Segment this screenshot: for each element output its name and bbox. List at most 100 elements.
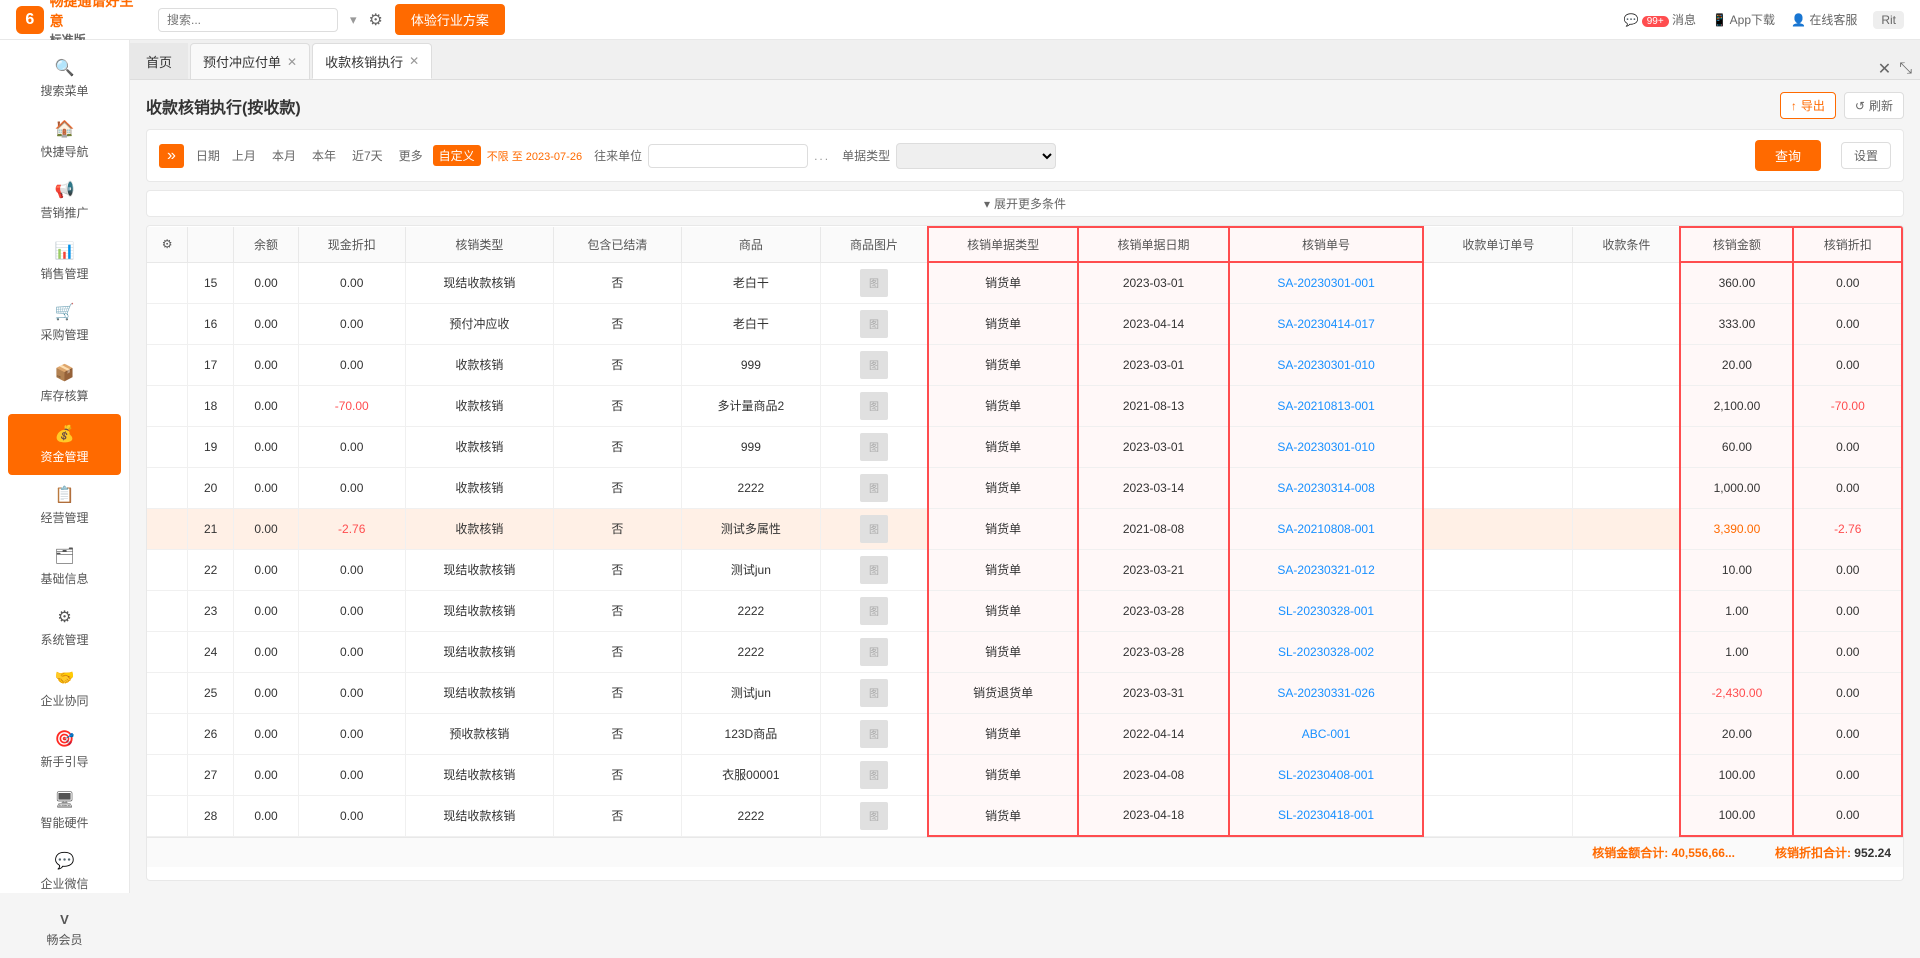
cell-writeoff-bill-no[interactable]: SA-20230301-010	[1229, 426, 1424, 467]
filter-date-7days[interactable]: 近7天	[346, 145, 389, 166]
cell-cash-discount: -2.76	[298, 508, 405, 549]
cell-writeoff-bill-date: 2023-03-01	[1078, 344, 1228, 385]
cell-writeoff-bill-no[interactable]: SA-20210813-001	[1229, 385, 1424, 426]
cell-writeoff-discount: 0.00	[1793, 344, 1902, 385]
search-input[interactable]	[158, 8, 338, 32]
message-icon[interactable]: 💬 99+ 消息	[1623, 11, 1696, 28]
cell-writeoff-bill-no[interactable]: SL-20230418-001	[1229, 795, 1424, 836]
settings-icon[interactable]: ⚙	[162, 237, 173, 251]
sidebar-item-purchase[interactable]: 🛒 采购管理	[0, 292, 129, 353]
export-button[interactable]: ↑ 导出	[1780, 92, 1836, 119]
cell-product: 999	[681, 426, 820, 467]
cell-cancel-type: 预收款核销	[405, 713, 554, 754]
sidebar-label-system: 系统管理	[40, 631, 88, 648]
cell-writeoff-bill-no[interactable]: ABC-001	[1229, 713, 1424, 754]
cell-writeoff-bill-no[interactable]: SA-20230301-010	[1229, 344, 1424, 385]
cell-writeoff-bill-date: 2021-08-08	[1078, 508, 1228, 549]
cell-writeoff-amount: 20.00	[1680, 344, 1793, 385]
cell-receipt-order-no	[1423, 590, 1572, 631]
cell-writeoff-bill-no[interactable]: SA-20230321-012	[1229, 549, 1424, 590]
cell-receipt-order-no	[1423, 631, 1572, 672]
sidebar-item-operation[interactable]: 📋 经营管理	[0, 475, 129, 536]
tab-prepay-close[interactable]: ✕	[287, 55, 297, 69]
cell-writeoff-bill-no[interactable]: SA-20230414-017	[1229, 303, 1424, 344]
col-receipt-order-no: 收款单订单号	[1423, 227, 1572, 262]
sidebar-item-sales[interactable]: 📊 销售管理	[0, 231, 129, 292]
sidebar-item-hardware[interactable]: 🖥 智能硬件	[0, 780, 129, 841]
cell-writeoff-bill-no[interactable]: SA-20210808-001	[1229, 508, 1424, 549]
expand-more-bar[interactable]: ▾ 展开更多条件	[146, 190, 1904, 217]
col-settings[interactable]: ⚙	[147, 227, 188, 262]
cell-writeoff-bill-no[interactable]: SL-20230328-002	[1229, 631, 1424, 672]
top-bar-right: 💬 99+ 消息 📱 App下载 👤 在线客服 Rit	[1623, 11, 1904, 29]
tab-home[interactable]: 首页	[130, 43, 188, 79]
cell-include-settled: 否	[554, 672, 682, 713]
tab-close-all-icon[interactable]: ✕	[1878, 59, 1891, 79]
cell-product-img: 图	[821, 795, 929, 836]
filter-date-thismonth[interactable]: 本月	[266, 145, 302, 166]
sidebar-item-newbie[interactable]: 🎯 新手引导	[0, 719, 129, 780]
cell-writeoff-bill-type: 销货单	[928, 631, 1078, 672]
cell-settings	[147, 713, 188, 754]
cell-writeoff-bill-no[interactable]: SA-20230331-026	[1229, 672, 1424, 713]
sidebar-item-search[interactable]: 🔍 搜索菜单	[0, 48, 129, 109]
sidebar-item-basic[interactable]: 🗂 基础信息	[0, 536, 129, 597]
cell-writeoff-bill-date: 2023-04-18	[1078, 795, 1228, 836]
cell-writeoff-bill-no[interactable]: SA-20230314-008	[1229, 467, 1424, 508]
sidebar-item-system[interactable]: ⚙ 系统管理	[0, 597, 129, 658]
tab-expand-icon[interactable]: ⤡	[1899, 60, 1912, 78]
cell-balance: 0.00	[234, 713, 299, 754]
cell-settings	[147, 344, 188, 385]
online-service[interactable]: 👤 在线客服	[1791, 11, 1857, 28]
query-button[interactable]: 查询	[1755, 140, 1821, 171]
purchase-icon: 🛒	[55, 302, 75, 322]
industry-btn[interactable]: 体验行业方案	[395, 4, 505, 35]
col-balance: 余额	[234, 227, 299, 262]
tab-prepay[interactable]: 预付冲应付单 ✕	[190, 43, 310, 79]
cell-index: 15	[188, 262, 234, 303]
setting-button[interactable]: 设置	[1841, 142, 1891, 169]
sidebar-item-finance[interactable]: 💰 资金管理	[8, 414, 121, 475]
filter-date-sub: 不限 至 2023-07-26	[487, 148, 582, 164]
refresh-button[interactable]: ↺ 刷新	[1844, 92, 1904, 119]
filter-date-thisyear[interactable]: 本年	[306, 145, 342, 166]
chevron-down-icon2: ▾	[984, 197, 990, 211]
cell-writeoff-bill-date: 2023-04-14	[1078, 303, 1228, 344]
cell-writeoff-bill-no[interactable]: SL-20230328-001	[1229, 590, 1424, 631]
sidebar-label-sales: 销售管理	[40, 265, 88, 282]
cell-writeoff-bill-no[interactable]: SL-20230408-001	[1229, 754, 1424, 795]
inventory-icon: 📦	[55, 363, 75, 383]
app-download[interactable]: 📱 App下载	[1712, 11, 1775, 28]
cell-cancel-type: 收款核销	[405, 426, 554, 467]
cell-cash-discount: 0.00	[298, 631, 405, 672]
filter-type-select[interactable]	[896, 143, 1056, 169]
cell-writeoff-amount: 20.00	[1680, 713, 1793, 754]
filter-unit-dots: ...	[814, 149, 830, 163]
sidebar-item-enterprise[interactable]: 🤝 企业协同	[0, 658, 129, 719]
filter-date-more[interactable]: 更多	[393, 145, 429, 166]
tab-writeoff[interactable]: 收款核销执行 ✕	[312, 43, 432, 79]
sidebar-item-inventory[interactable]: 📦 库存核算	[0, 353, 129, 414]
sidebar-item-quicknav[interactable]: 🏠 快捷导航	[0, 109, 129, 170]
sidebar-item-member[interactable]: V 畅会员	[0, 902, 129, 958]
cell-product: 2222	[681, 467, 820, 508]
cell-writeoff-bill-no[interactable]: SA-20230301-001	[1229, 262, 1424, 303]
cell-index: 18	[188, 385, 234, 426]
user-label[interactable]: Rit	[1873, 11, 1904, 29]
gear-icon[interactable]: ⚙	[369, 10, 383, 30]
cell-receipt-order-no	[1423, 344, 1572, 385]
filter-expand-button[interactable]: »	[159, 144, 184, 168]
cell-cash-discount: 0.00	[298, 303, 405, 344]
cell-receipt-condition	[1573, 385, 1681, 426]
cell-product: 999	[681, 344, 820, 385]
sidebar-item-marketing[interactable]: 📢 营销推广	[0, 170, 129, 231]
col-writeoff-discount: 核销折扣	[1793, 227, 1902, 262]
tab-writeoff-close[interactable]: ✕	[409, 54, 419, 68]
data-table-container: ⚙ 余额 现金折扣 核销类型 包含已结清 商品 商品图片 核销单据类型 核销单据…	[146, 225, 1904, 881]
cell-writeoff-bill-type: 销货单	[928, 426, 1078, 467]
table-row: 25 0.00 0.00 现结收款核销 否 测试jun 图 销货退货单 2023…	[147, 672, 1902, 713]
filter-date-lastmonth[interactable]: 上月	[226, 145, 262, 166]
filter-unit-input[interactable]	[648, 144, 808, 168]
filter-date-custom[interactable]: 自定义	[433, 145, 481, 166]
cell-cancel-type: 预付冲应收	[405, 303, 554, 344]
